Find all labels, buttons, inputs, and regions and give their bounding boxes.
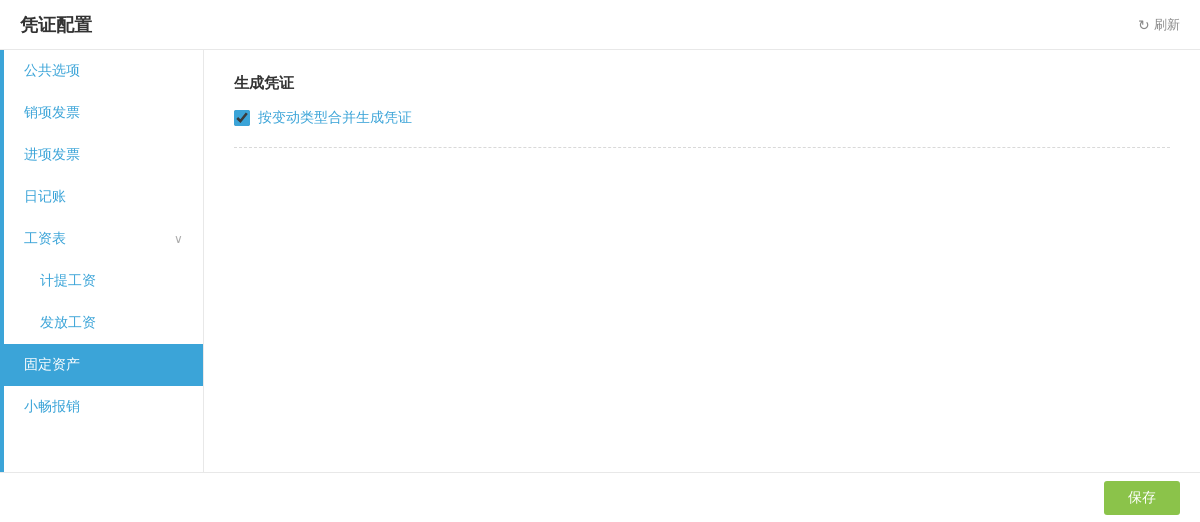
main-content: 公共选项销项发票进项发票日记账工资表 ∨ 计提工资发放工资固定资产小畅报销 生成凭证…: [0, 50, 1200, 472]
sidebar-item-label-pay-payroll: 发放工资: [40, 314, 96, 332]
sidebar-item-pay-payroll[interactable]: 发放工资: [4, 302, 203, 344]
content-area: 生成凭证 按变动类型合并生成凭证: [204, 50, 1200, 472]
sidebar-item-label-payroll-table: 工资表: [24, 230, 66, 248]
sidebar-item-label-public: 公共选项: [24, 62, 80, 80]
sidebar-item-label-calc-payroll: 计提工资: [40, 272, 96, 290]
checkbox-row: 按变动类型合并生成凭证: [234, 109, 1170, 127]
section-divider: [234, 147, 1170, 148]
sidebar-item-expense[interactable]: 小畅报销: [4, 386, 203, 428]
sidebar-item-sales-invoice[interactable]: 销项发票: [4, 92, 203, 134]
sidebar-item-calc-payroll[interactable]: 计提工资: [4, 260, 203, 302]
page-header: 凭证配置 ↻ 刷新: [0, 0, 1200, 50]
sidebar-item-label-purchase-invoice: 进项发票: [24, 146, 80, 164]
sidebar-item-label-expense: 小畅报销: [24, 398, 80, 416]
chevron-down-icon: ∨: [174, 232, 183, 246]
refresh-button[interactable]: ↻ 刷新: [1138, 16, 1180, 34]
sidebar-item-journal[interactable]: 日记账: [4, 176, 203, 218]
merge-by-type-label[interactable]: 按变动类型合并生成凭证: [258, 109, 412, 127]
sidebar: 公共选项销项发票进项发票日记账工资表 ∨ 计提工资发放工资固定资产小畅报销: [4, 50, 204, 472]
save-button[interactable]: 保存: [1104, 481, 1180, 515]
refresh-icon: ↻: [1138, 17, 1150, 33]
page-title: 凭证配置: [20, 13, 92, 37]
merge-by-type-checkbox[interactable]: [234, 110, 250, 126]
sidebar-item-public[interactable]: 公共选项: [4, 50, 203, 92]
section-title: 生成凭证: [234, 74, 1170, 93]
page-footer: 保存: [0, 472, 1200, 522]
refresh-label: 刷新: [1154, 16, 1180, 34]
sidebar-item-fixed-assets[interactable]: 固定资产: [4, 344, 203, 386]
sidebar-item-label-fixed-assets: 固定资产: [24, 356, 80, 374]
sidebar-item-purchase-invoice[interactable]: 进项发票: [4, 134, 203, 176]
sidebar-item-label-journal: 日记账: [24, 188, 66, 206]
sidebar-item-payroll-table[interactable]: 工资表 ∨: [4, 218, 203, 260]
sidebar-item-label-sales-invoice: 销项发票: [24, 104, 80, 122]
